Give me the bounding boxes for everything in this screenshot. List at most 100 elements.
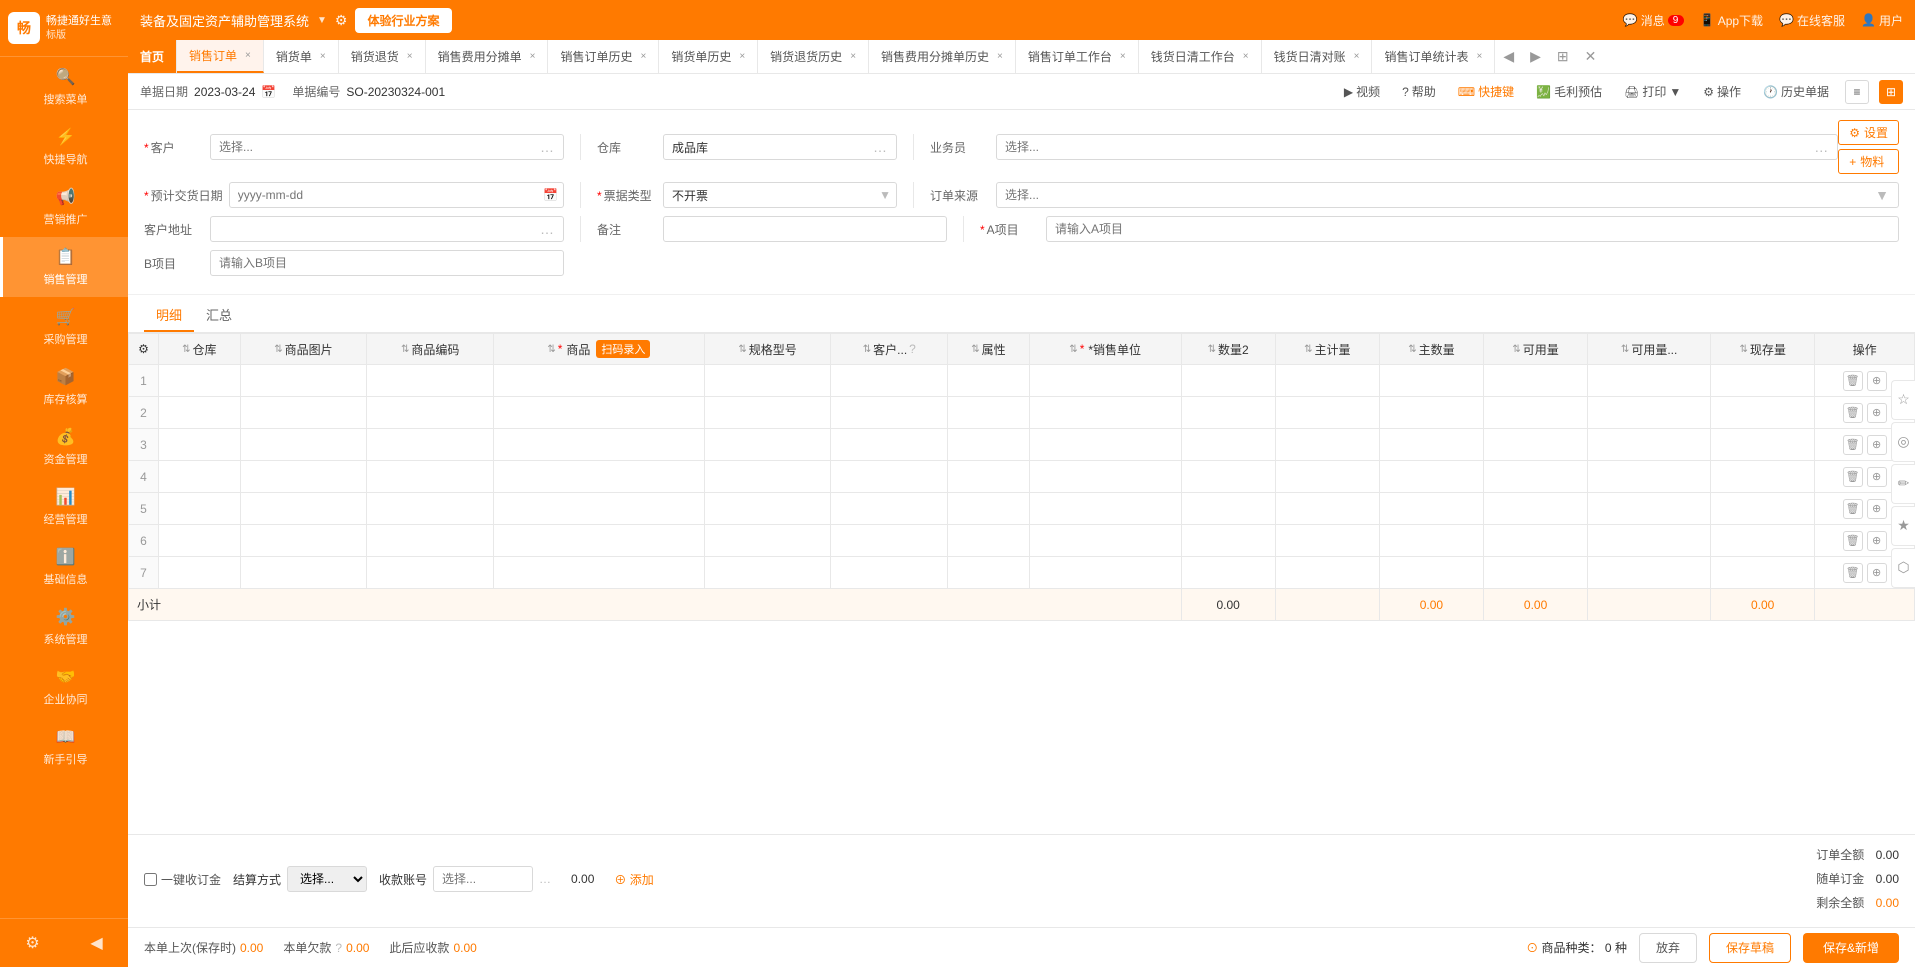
product-count-icon[interactable]: ⊙: [1526, 941, 1538, 955]
row-3-attributes[interactable]: [948, 429, 1030, 461]
row-2-image[interactable]: [240, 397, 367, 429]
row-4-spec[interactable]: [704, 461, 831, 493]
row-3-code[interactable]: [367, 429, 494, 461]
tab-goods-history[interactable]: 销货单历史 ×: [659, 40, 758, 73]
row-3-customer-code[interactable]: [831, 429, 948, 461]
sidebar-item-system[interactable]: ⚙️ 系统管理: [0, 597, 128, 657]
sidebar-collapse-icon[interactable]: ◀: [84, 927, 108, 959]
tab-close-all-btn[interactable]: ✕: [1577, 40, 1605, 73]
row-6-main-qty[interactable]: [1379, 525, 1483, 557]
row-3-current-stock[interactable]: [1711, 429, 1815, 461]
sidebar-item-purchase[interactable]: 🛒 采购管理: [0, 297, 128, 357]
sort-customer-code-icon[interactable]: ⇅: [863, 344, 871, 355]
row-4-product[interactable]: [494, 461, 705, 493]
row-4-available2[interactable]: [1588, 461, 1711, 493]
header-settings-icon[interactable]: ⚙: [335, 12, 348, 29]
row-7-main-qty[interactable]: [1379, 557, 1483, 589]
sidebar-item-search[interactable]: 🔍 搜索菜单: [0, 57, 128, 117]
tab-close-sales-return[interactable]: ×: [407, 51, 413, 62]
settings-panel-btn[interactable]: ⚙ 设置: [1838, 120, 1899, 145]
one-click-checkout-checkbox[interactable]: [144, 873, 157, 886]
tab-close-return-history[interactable]: ×: [850, 51, 856, 62]
row-1-qty2[interactable]: [1181, 365, 1275, 397]
row-5-sales-unit[interactable]: [1029, 493, 1181, 525]
row-4-available[interactable]: [1484, 461, 1588, 493]
row-2-attributes[interactable]: [948, 397, 1030, 429]
row-4-code[interactable]: [367, 461, 494, 493]
tab-prev-btn[interactable]: ◀: [1495, 40, 1522, 73]
tab-daily-workbench[interactable]: 钱货日清工作台 ×: [1139, 40, 1262, 73]
row-3-main-unit[interactable]: [1275, 429, 1379, 461]
tab-daily-reconcile[interactable]: 钱货日清对账 ×: [1262, 40, 1373, 73]
list-view-btn[interactable]: ≡: [1845, 80, 1869, 104]
row-5-available2[interactable]: [1588, 493, 1711, 525]
shortcut-btn[interactable]: ⌨ 快捷键: [1452, 81, 1520, 102]
delivery-date-input[interactable]: [229, 182, 564, 208]
sidebar-item-finance[interactable]: 💰 资金管理: [0, 417, 128, 477]
tab-close-daily-workbench[interactable]: ×: [1243, 51, 1249, 62]
tab-close-sales-goods[interactable]: ×: [320, 51, 326, 62]
tab-close-sales-stats[interactable]: ×: [1476, 51, 1482, 62]
customer-input[interactable]: [210, 134, 564, 160]
warehouse-input[interactable]: [663, 134, 897, 160]
row-6-warehouse[interactable]: [159, 525, 241, 557]
sort-qty2-icon[interactable]: ⇅: [1208, 344, 1216, 355]
row-1-delete-btn[interactable]: 🗑: [1843, 371, 1863, 391]
print-dropdown-icon[interactable]: ▼: [1669, 85, 1681, 99]
row-5-delete-btn[interactable]: 🗑: [1843, 499, 1863, 519]
account-input[interactable]: [433, 866, 533, 892]
sort-spec-icon[interactable]: ⇅: [738, 344, 746, 355]
sidebar-item-guide[interactable]: 📖 新手引导: [0, 717, 128, 777]
row-2-product[interactable]: [494, 397, 705, 429]
row-1-spec[interactable]: [704, 365, 831, 397]
view-btn[interactable]: ▶ 视频: [1338, 81, 1386, 102]
row-4-attributes[interactable]: [948, 461, 1030, 493]
project-b-input[interactable]: [210, 250, 564, 276]
row-4-qty2[interactable]: [1181, 461, 1275, 493]
row-7-current-stock[interactable]: [1711, 557, 1815, 589]
row-3-image[interactable]: [240, 429, 367, 461]
sidebar-item-operations[interactable]: 📊 经营管理: [0, 477, 128, 537]
user-btn[interactable]: 👤 用户: [1861, 12, 1903, 29]
sort-attributes-icon[interactable]: ⇅: [971, 344, 979, 355]
row-7-code[interactable]: [367, 557, 494, 589]
row-3-spec[interactable]: [704, 429, 831, 461]
row-5-copy-btn[interactable]: ⊕: [1867, 499, 1887, 519]
date-value[interactable]: 2023-03-24: [194, 85, 255, 99]
customer-address-ellipsis-icon[interactable]: …: [536, 221, 558, 237]
profit-btn[interactable]: 💹 毛利预估: [1530, 81, 1608, 102]
row-1-main-unit[interactable]: [1275, 365, 1379, 397]
help-btn[interactable]: ? 帮助: [1396, 81, 1442, 102]
row-2-available2[interactable]: [1588, 397, 1711, 429]
solution-button[interactable]: 体验行业方案: [355, 8, 451, 33]
row-6-available2[interactable]: [1588, 525, 1711, 557]
tab-close-sales-order[interactable]: ×: [245, 50, 251, 61]
row-4-customer-code[interactable]: [831, 461, 948, 493]
tab-more-btn[interactable]: ⊞: [1549, 40, 1577, 73]
invoice-type-input[interactable]: [663, 182, 897, 208]
row-4-sales-unit[interactable]: [1029, 461, 1181, 493]
online-support-btn[interactable]: 💬 在线客服: [1779, 12, 1845, 29]
add-product-btn[interactable]: + 物料: [1838, 149, 1899, 174]
tab-close-goods-history[interactable]: ×: [739, 51, 745, 62]
row-3-delete-btn[interactable]: 🗑: [1843, 435, 1863, 455]
row-7-product[interactable]: [494, 557, 705, 589]
row-2-spec[interactable]: [704, 397, 831, 429]
row-5-spec[interactable]: [704, 493, 831, 525]
row-7-qty2[interactable]: [1181, 557, 1275, 589]
tab-sales-goods[interactable]: 销货单 ×: [264, 40, 339, 73]
row-7-copy-btn[interactable]: ⊕: [1867, 563, 1887, 583]
row-3-available2[interactable]: [1588, 429, 1711, 461]
row-1-image[interactable]: [240, 365, 367, 397]
row-5-product[interactable]: [494, 493, 705, 525]
history-btn[interactable]: 🕐 历史单据: [1757, 81, 1835, 102]
operation-btn[interactable]: ⚙ 操作: [1697, 81, 1747, 102]
scan-btn[interactable]: 扫码录入: [596, 340, 650, 358]
tab-close-fee-history[interactable]: ×: [997, 51, 1003, 62]
tab-sales-stats[interactable]: 销售订单统计表 ×: [1372, 40, 1495, 73]
calendar-icon[interactable]: 📅: [261, 85, 276, 99]
delivery-date-calendar-icon[interactable]: 📅: [543, 188, 558, 202]
sidebar-item-marketing[interactable]: 📢 营销推广: [0, 177, 128, 237]
order-source-dropdown-icon[interactable]: ▼: [1871, 187, 1893, 203]
row-3-sales-unit[interactable]: [1029, 429, 1181, 461]
